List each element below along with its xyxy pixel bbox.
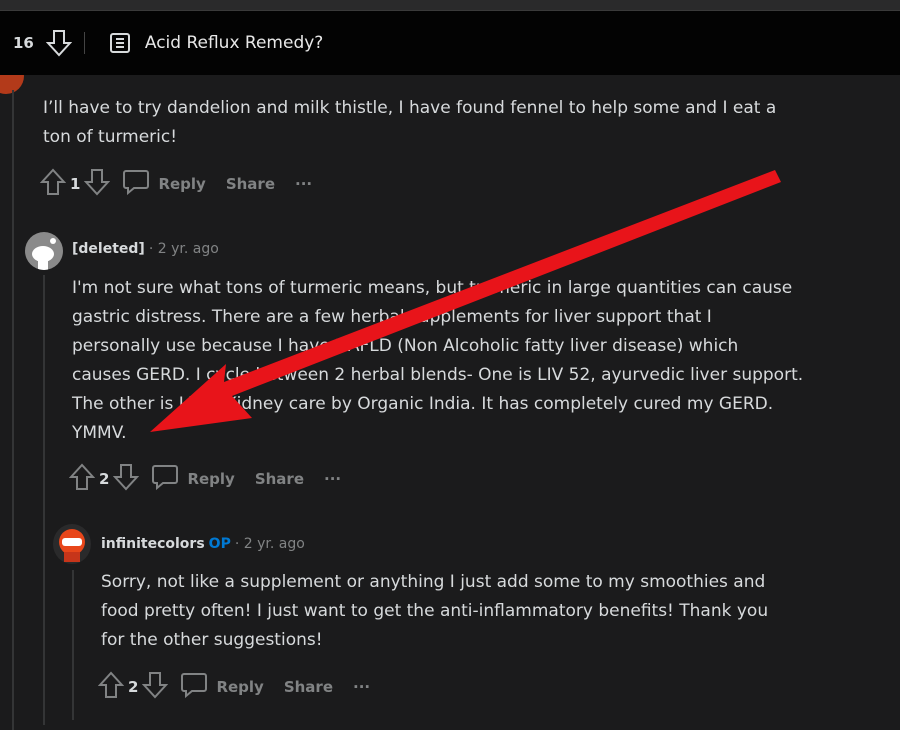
timestamp[interactable]: · 2 yr. ago	[235, 536, 305, 552]
thread-line[interactable]	[43, 275, 45, 725]
vote-count: 2	[128, 678, 139, 696]
reply-button[interactable]: Reply	[158, 175, 205, 193]
vote-count: 1	[70, 175, 81, 193]
downvote-icon[interactable]	[45, 29, 72, 57]
comment-line: food pretty often! I just want to get th…	[101, 601, 769, 621]
comment-body: I’ll have to try dandelion and milk this…	[43, 94, 776, 152]
comment-actions: 1 Reply Share ···	[39, 168, 324, 200]
comment-actions: 2 Reply Share ···	[97, 671, 382, 703]
comment-line: YMMV.	[72, 423, 127, 443]
post-text-icon	[109, 32, 131, 54]
upvote-icon[interactable]	[39, 168, 67, 200]
more-options-button[interactable]: ···	[324, 470, 341, 488]
top-strip	[0, 0, 900, 11]
downvote-icon[interactable]	[113, 463, 140, 495]
comment-actions: 2 Reply Share ···	[68, 463, 353, 495]
divider	[83, 32, 85, 54]
avatar[interactable]	[25, 232, 63, 270]
downvote-icon[interactable]	[142, 671, 169, 703]
more-options-button[interactable]: ···	[295, 175, 312, 193]
comment-icon[interactable]	[122, 168, 150, 200]
thread-line[interactable]	[72, 570, 74, 720]
username[interactable]: [deleted]	[72, 241, 145, 257]
comment-body: Sorry, not like a supplement or anything…	[101, 568, 768, 655]
comment-line: ton of turmeric!	[43, 127, 178, 147]
upvote-icon[interactable]	[68, 463, 96, 495]
downvote-icon[interactable]	[84, 168, 111, 200]
comment-line: gastric distress. There are a few herbal…	[72, 307, 712, 327]
avatar[interactable]	[53, 524, 91, 564]
comment-body: I'm not sure what tons of turmeric means…	[72, 274, 803, 448]
thread-line[interactable]	[12, 90, 14, 730]
snoo-avatar-icon	[59, 529, 85, 562]
username[interactable]: infinitecolors	[101, 536, 205, 552]
comment-icon[interactable]	[151, 463, 179, 495]
post-title[interactable]: Acid Reflux Remedy?	[145, 33, 323, 53]
more-options-button[interactable]: ···	[353, 678, 370, 696]
comment-meta: infinitecolors OP · 2 yr. ago	[101, 536, 305, 552]
comment-line: I’ll have to try dandelion and milk this…	[43, 98, 777, 118]
comment-line: causes GERD. I cycle between 2 herbal bl…	[72, 365, 804, 385]
share-button[interactable]: Share	[255, 470, 304, 488]
share-button[interactable]: Share	[226, 175, 275, 193]
comment-line: The other is Liver-Kidney care by Organi…	[72, 394, 774, 414]
timestamp[interactable]: · 2 yr. ago	[149, 241, 219, 257]
op-badge: OP	[208, 536, 231, 552]
reply-button[interactable]: Reply	[216, 678, 263, 696]
comment-icon[interactable]	[180, 671, 208, 703]
default-snoo-icon	[32, 238, 56, 270]
upvote-icon[interactable]	[97, 671, 125, 703]
comment-meta: [deleted] · 2 yr. ago	[72, 241, 219, 257]
comment-line: Sorry, not like a supplement or anything…	[101, 572, 766, 592]
vote-count: 2	[99, 470, 110, 488]
reply-button[interactable]: Reply	[187, 470, 234, 488]
comment-line: for the other suggestions!	[101, 630, 323, 650]
post-score: 16	[13, 34, 34, 52]
post-sticky-header: 16 Acid Reflux Remedy?	[0, 11, 900, 75]
comment-line: personally use because I have NAFLD (Non…	[72, 336, 739, 356]
share-button[interactable]: Share	[284, 678, 333, 696]
comment-line: I'm not sure what tons of turmeric means…	[72, 278, 793, 298]
